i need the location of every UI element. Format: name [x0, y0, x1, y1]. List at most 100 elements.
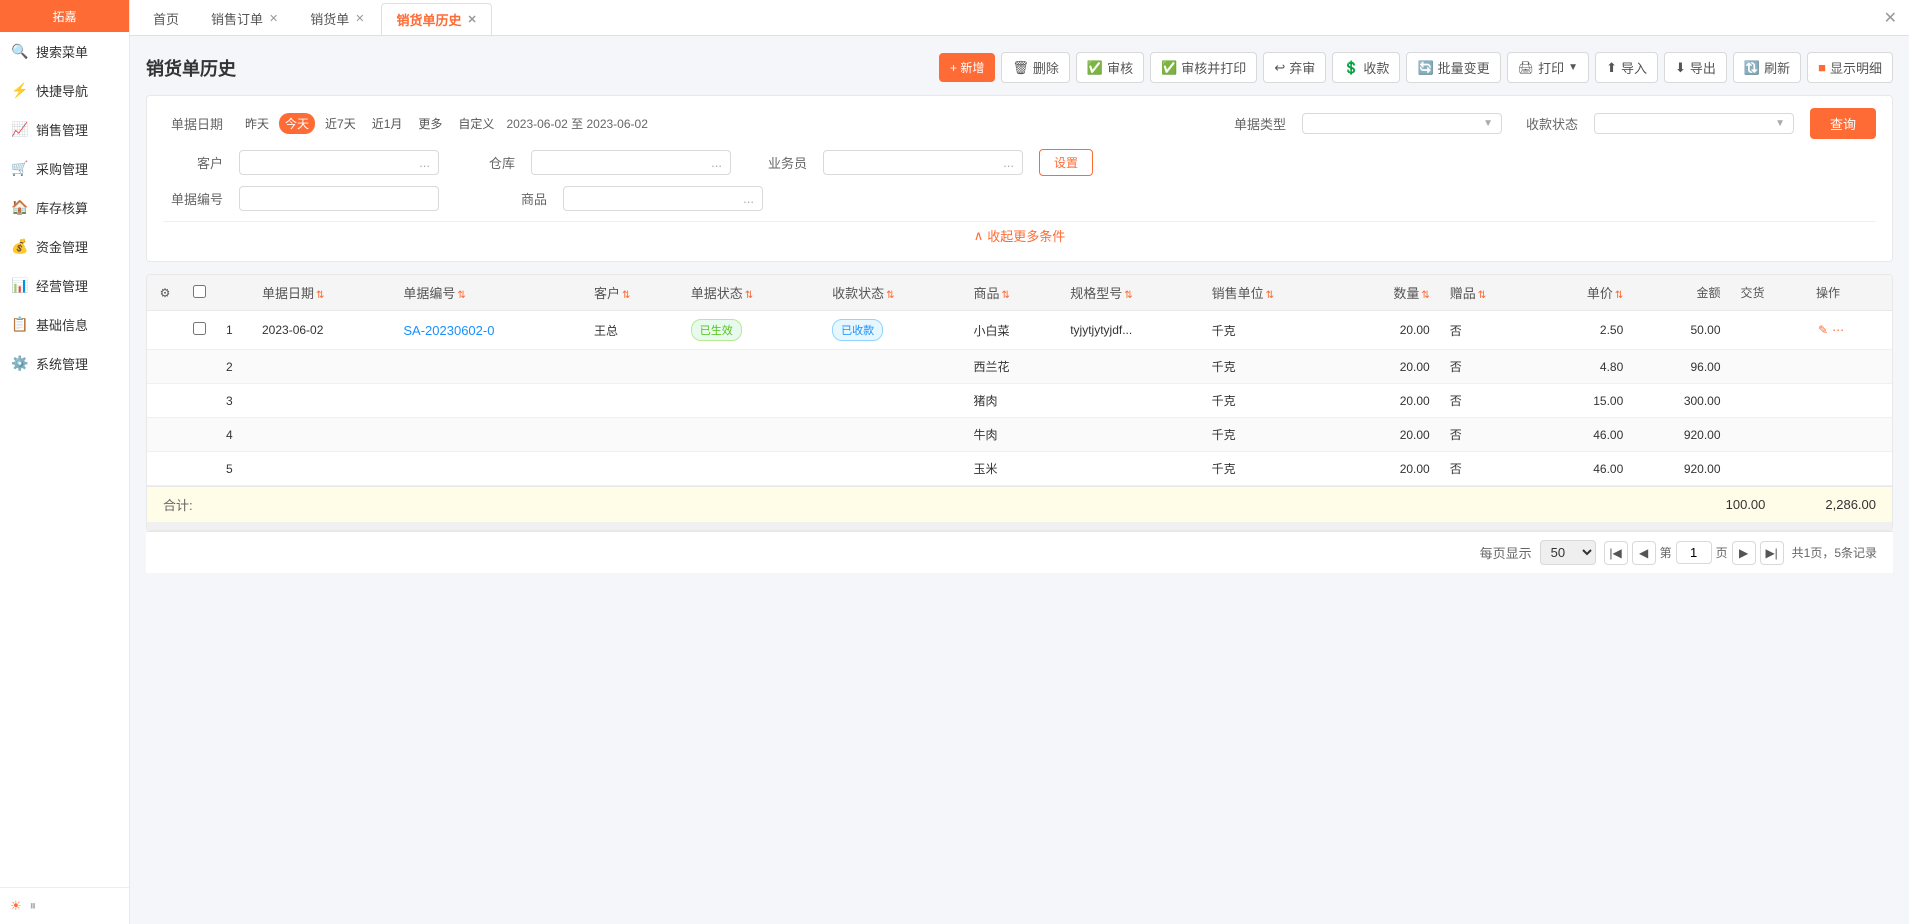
refresh-button[interactable]: 🔃 刷新 — [1733, 52, 1801, 83]
row-customer — [584, 418, 681, 452]
sidebar-item-finance[interactable]: 💰 资金管理 — [0, 227, 129, 266]
date-shortcut-custom[interactable]: 自定义 — [452, 113, 500, 134]
salesperson-select[interactable]: ... — [823, 150, 1023, 175]
page-input[interactable] — [1676, 541, 1712, 564]
doc-type-label: 单据类型 — [1226, 114, 1286, 133]
row-amount: 920.00 — [1633, 418, 1730, 452]
show-detail-button[interactable]: ■ 显示明细 — [1807, 52, 1893, 83]
row-checkbox[interactable] — [183, 350, 216, 384]
set-button[interactable]: 设置 — [1039, 149, 1093, 176]
customer-select[interactable]: ... — [239, 150, 439, 175]
sidebar-item-inventory[interactable]: 🏠 库存核算 — [0, 188, 129, 227]
row-num: 4 — [216, 418, 252, 452]
close-all-tabs[interactable]: ✕ — [1880, 4, 1901, 32]
edit-action-button[interactable]: ✎ — [1816, 321, 1830, 339]
tab-sales-goods-close[interactable]: ✕ — [355, 12, 364, 25]
new-button[interactable]: + 新增 — [939, 53, 995, 82]
print-button[interactable]: 🖨 打印 ▼ — [1507, 52, 1589, 83]
row-doc-num-link[interactable]: SA-20230602-0 — [403, 323, 494, 338]
date-shortcut-yesterday[interactable]: 昨天 — [239, 113, 275, 134]
row-checkbox[interactable] — [183, 418, 216, 452]
col-settings[interactable]: ⚙ — [147, 275, 183, 311]
sidebar-item-purchase-mgmt[interactable]: 🛒 采购管理 — [0, 149, 129, 188]
doc-num-input[interactable] — [239, 186, 439, 211]
discard-button[interactable]: ↩ 弃审 — [1263, 52, 1326, 83]
per-page-select[interactable]: 50 100 200 — [1540, 540, 1596, 565]
horizontal-scrollbar[interactable] — [147, 522, 1892, 530]
tab-sales-history-close[interactable]: ✕ — [468, 13, 477, 26]
row-checkbox[interactable] — [183, 384, 216, 418]
col-gift[interactable]: 赠品⇅ — [1440, 275, 1537, 311]
sidebar-item-sales-mgmt[interactable]: 📈 销售管理 — [0, 110, 129, 149]
import-label: 导入 — [1621, 58, 1647, 77]
audit-button[interactable]: ✅ 审核 — [1076, 52, 1144, 83]
more-action-button[interactable]: ⋯ — [1830, 321, 1846, 339]
col-spec[interactable]: 规格型号⇅ — [1060, 275, 1201, 311]
date-shortcut-7days[interactable]: 近7天 — [319, 113, 362, 134]
page-label2: 页 — [1716, 544, 1728, 561]
row-trade — [1731, 384, 1807, 418]
row-amount: 50.00 — [1633, 311, 1730, 350]
goods-dots[interactable]: ... — [743, 191, 754, 206]
next-page-button[interactable]: ▶ — [1732, 541, 1756, 565]
import-button[interactable]: ⬆ 导入 — [1595, 52, 1658, 83]
date-range: 2023-06-02 至 2023-06-02 — [506, 115, 647, 132]
export-button[interactable]: ⬇ 导出 — [1664, 52, 1727, 83]
delete-button[interactable]: 🗑 删除 — [1001, 52, 1070, 83]
tab-sales-history[interactable]: 销货单历史 ✕ — [381, 3, 491, 35]
salesperson-label: 业务员 — [747, 153, 807, 172]
sidebar-item-system-mgmt[interactable]: ⚙️ 系统管理 — [0, 344, 129, 383]
purchase-icon: 🛒 — [12, 161, 28, 177]
date-shortcut-today[interactable]: 今天 — [279, 113, 315, 134]
tab-sales-goods[interactable]: 销货单 ✕ — [295, 2, 379, 34]
collapse-bar[interactable]: ∧ 收起更多条件 — [163, 221, 1876, 249]
date-shortcut-1month[interactable]: 近1月 — [366, 113, 409, 134]
query-button[interactable]: 查询 — [1810, 108, 1876, 139]
col-doc-num[interactable]: 单据编号⇅ — [393, 275, 584, 311]
batch-change-button[interactable]: 🔄 批量变更 — [1406, 52, 1500, 83]
sidebar-item-quick-nav[interactable]: ⚡ 快捷导航 — [0, 71, 129, 110]
sidebar-bottom-icon2[interactable]: ⏸ — [30, 898, 37, 914]
col-spec-label: 规格型号 — [1070, 286, 1122, 301]
collect-button[interactable]: 💲 收款 — [1332, 52, 1400, 83]
prev-page-button[interactable]: ◀ — [1632, 541, 1656, 565]
audit-print-button[interactable]: ✅ 审核并打印 — [1150, 52, 1257, 83]
row-amount: 920.00 — [1633, 452, 1730, 486]
doc-type-select[interactable]: ▼ — [1302, 113, 1502, 134]
salesperson-dots[interactable]: ... — [1003, 155, 1014, 170]
warehouse-select[interactable]: ... — [531, 150, 731, 175]
select-all-checkbox[interactable] — [193, 285, 206, 298]
col-doc-status[interactable]: 单据状态⇅ — [681, 275, 822, 311]
col-checkbox[interactable] — [183, 275, 216, 311]
date-shortcut-more[interactable]: 更多 — [412, 113, 448, 134]
first-page-button[interactable]: |◀ — [1604, 541, 1628, 565]
row-spec: tyjytjytyjdf... — [1060, 311, 1201, 350]
row-checkbox[interactable] — [183, 452, 216, 486]
collect-status-select[interactable]: ▼ — [1594, 113, 1794, 134]
tab-home[interactable]: 首页 — [138, 2, 194, 34]
tab-sales-order[interactable]: 销售订单 ✕ — [196, 2, 293, 34]
sidebar-item-basic-info[interactable]: 📋 基础信息 — [0, 305, 129, 344]
page-label: 第 — [1660, 544, 1672, 561]
col-customer[interactable]: 客户⇅ — [584, 275, 681, 311]
sidebar-item-operations[interactable]: 📊 经营管理 — [0, 266, 129, 305]
col-qty[interactable]: 数量⇅ — [1343, 275, 1440, 311]
footer-label: 合计: — [163, 495, 203, 514]
tab-sales-order-close[interactable]: ✕ — [269, 12, 278, 25]
sidebar-bottom-icon1[interactable]: ☀ — [10, 898, 22, 914]
warehouse-dots[interactable]: ... — [711, 155, 722, 170]
col-unit-price[interactable]: 单价⇅ — [1537, 275, 1634, 311]
sidebar-item-search-menu[interactable]: 🔍 搜索菜单 — [0, 32, 129, 71]
col-unit[interactable]: 销售单位⇅ — [1202, 275, 1343, 311]
col-collect-status[interactable]: 收款状态⇅ — [822, 275, 963, 311]
customer-dots[interactable]: ... — [419, 155, 430, 170]
row-checkbox[interactable] — [183, 311, 216, 350]
table-footer: 合计: 100.00 2,286.00 — [147, 486, 1892, 522]
goods-select[interactable]: ... — [563, 186, 763, 211]
col-doc-date[interactable]: 单据日期⇅ — [252, 275, 393, 311]
last-page-button[interactable]: ▶| — [1760, 541, 1784, 565]
table-row: 12023-06-02SA-20230602-0王总已生效已收款小白菜tyjyt… — [147, 311, 1892, 350]
audit-print-label: 审核并打印 — [1181, 58, 1246, 77]
row-amount: 96.00 — [1633, 350, 1730, 384]
col-goods[interactable]: 商品⇅ — [963, 275, 1060, 311]
